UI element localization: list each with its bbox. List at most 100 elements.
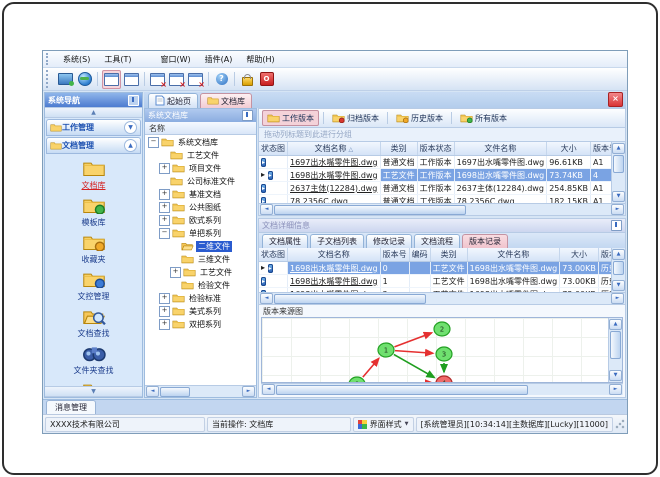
details-tab-版本记录[interactable]: 版本记录 [462,234,508,248]
expand-icon[interactable]: + [159,189,170,200]
scroll-thumb[interactable] [613,155,624,173]
sidebar-scroll-up[interactable]: ▲ [45,107,142,118]
column-header-文档名称[interactable]: 文档名称 [287,248,381,262]
tree-node-检验标准[interactable]: + 检验标准 [145,292,256,305]
column-header-文件名称[interactable]: 文件名称 [454,142,548,156]
window-list-icon[interactable] [123,71,140,88]
scroll-thumb[interactable] [274,293,426,304]
chevron-up-icon[interactable]: ▲ [124,139,137,152]
scroll-right-icon[interactable]: ► [609,384,622,395]
tree-column-header[interactable]: 名称 [145,122,256,135]
scroll-thumb[interactable] [276,384,528,395]
scroll-left-icon[interactable]: ◄ [260,293,273,304]
scroll-down-icon[interactable]: ▼ [612,191,625,202]
sidebar-item-文控管理[interactable]: 文控管理 [78,269,110,302]
menu-item[interactable]: 插件(A) [198,53,240,66]
scroll-up-icon[interactable]: ▲ [612,143,625,154]
details-tab-修改记录[interactable]: 修改记录 [366,234,412,248]
expand-icon[interactable]: + [159,202,170,213]
toolbar-drag-handle[interactable] [46,70,53,88]
tree-node-单把系列[interactable]: − 单把系列 [145,227,256,240]
details-tab-文档属性[interactable]: 文档属性 [262,234,308,248]
table-row[interactable]: ▸ 2637主体(12284).dwg 普通文档 工作版本 2637主体(12284).… [259,181,611,195]
tree-node-公司标准文件[interactable]: 公司标准文件 [145,175,256,188]
scroll-right-icon[interactable]: ► [611,204,624,215]
scroll-left-icon[interactable]: ◄ [146,386,159,397]
column-header-版本状态[interactable]: 版本状态 [598,248,611,262]
collapse-icon[interactable]: − [148,137,159,148]
tree-node-项目文件[interactable]: + 项目文件 [145,162,256,175]
pin-icon[interactable] [242,110,253,121]
details-tab-子文档列表[interactable]: 子文档列表 [310,234,364,248]
graph-vscrollbar[interactable]: ▲ ▼ [608,318,622,382]
column-header-版本号[interactable]: 版本号 [380,248,410,262]
exit-icon[interactable]: O [258,71,275,88]
table-row[interactable]: ▸ ▸ 1698出水嘴零件图.dwg 0 工艺文件 1698出水嘴零件图.dwg 73.0… [259,261,611,275]
tree-node-欧式系列[interactable]: + 欧式系列 [145,214,256,227]
versions-vscrollbar[interactable]: ▲ ▼ [611,248,625,292]
button-历史版本[interactable]: 历史版本 [392,111,447,125]
sidebar-item-收藏夹[interactable]: 收藏夹 [82,232,106,265]
versions-hscrollbar[interactable]: ◄ ► [258,293,626,305]
tab-起始页[interactable]: 起始页 [148,93,198,108]
tree-node-二维文件[interactable]: 二维文件 [145,240,256,253]
sidebar-item-文件夹查找[interactable]: 文件夹查找 [74,343,114,376]
collapse-icon[interactable]: − [159,228,170,239]
menu-item[interactable]: 帮助(H) [239,53,281,66]
table-row[interactable]: ▸ 78 2356C.dwg 普通文档 工作版本 78 2356C.dwg 182.15K… [259,194,611,203]
scroll-right-icon[interactable]: ► [611,293,624,304]
expand-icon[interactable]: + [159,319,170,330]
column-header-文档名称[interactable]: 文档名称 △ [287,142,381,156]
group-by-bar[interactable]: 拖动列标题到此进行分组 [258,128,626,142]
chevron-down-icon[interactable]: ▼ [124,121,137,134]
interface-style-dropdown[interactable]: 界面样式 ▼ [352,416,414,432]
scroll-down-icon[interactable]: ▼ [609,370,622,381]
column-header-类别[interactable]: 类别 [430,248,468,262]
lock-icon[interactable] [239,71,256,88]
table-row[interactable]: ▸ ▸ 1698出水嘴零件图.dwg 工艺文件 工作版本 1698出水嘴零件图.dwg 7… [259,168,611,182]
scroll-thumb[interactable] [610,331,621,359]
version-graph[interactable]: 0 1 2 3 4 [262,318,608,382]
button-所有版本[interactable]: 所有版本 [456,111,511,125]
table-row[interactable]: ▸ 1698出水嘴零件图.dwg 1 工艺文件 1698出水嘴零件图.dwg 73.00K… [259,274,611,288]
tree-node-检验文件[interactable]: 检验文件 [145,279,256,292]
column-header-版本号[interactable]: 版本号 [590,142,611,156]
scroll-thumb[interactable] [160,386,190,397]
pin-icon[interactable] [128,94,139,106]
tree-node-工艺文件[interactable]: + 工艺文件 [145,266,256,279]
column-header-文件名称[interactable]: 文件名称 [467,248,561,262]
scroll-left-icon[interactable]: ◄ [260,204,273,215]
menubar-drag-handle[interactable] [46,52,53,66]
web-icon[interactable] [76,71,93,88]
sidebar-item-文档库[interactable]: 文档库 [82,158,106,191]
scroll-thumb[interactable] [613,261,624,275]
tree-node-三维文件[interactable]: 三维文件 [145,253,256,266]
expand-icon[interactable]: + [159,293,170,304]
column-header-版本状态[interactable]: 版本状态 [417,142,455,156]
sidebar-group-文档管理[interactable]: 文档管理 ▲ [46,137,141,154]
sidebar-item-文档查找[interactable]: 文档查找 [78,306,110,339]
sidebar-group-工作管理[interactable]: 工作管理 ▼ [46,119,141,136]
expand-icon[interactable]: + [159,163,170,174]
pin-icon[interactable] [611,220,622,231]
sidebar-scroll-down[interactable]: ▼ [45,386,142,397]
button-工作版本[interactable]: 工作版本 [262,110,319,126]
scroll-up-icon[interactable]: ▲ [609,319,622,330]
expand-icon[interactable]: + [159,215,170,226]
scroll-down-icon[interactable]: ▼ [612,280,625,291]
close-tab-icon[interactable]: × [608,92,623,107]
menu-item[interactable]: 系统(S) [56,53,97,66]
tree-node-基准文档[interactable]: + 基准文档 [145,188,256,201]
tab-文档库[interactable]: 文档库 [200,93,252,108]
tree-node-公共图纸[interactable]: + 公共图纸 [145,201,256,214]
column-header-状态图[interactable]: 状态图 [259,248,288,262]
graph-hscrollbar[interactable]: ◄ ► [261,383,623,395]
scroll-thumb[interactable] [274,204,466,215]
documents-vscrollbar[interactable]: ▲ ▼ [611,142,625,203]
help-icon[interactable]: ? [213,71,230,88]
desktop-icon[interactable] [57,71,74,88]
documents-hscrollbar[interactable]: ◄ ► [258,204,626,216]
close-window-icon-3[interactable] [187,71,205,89]
menu-item[interactable]: 工具(T) [97,53,138,66]
resize-grip[interactable] [615,419,625,429]
